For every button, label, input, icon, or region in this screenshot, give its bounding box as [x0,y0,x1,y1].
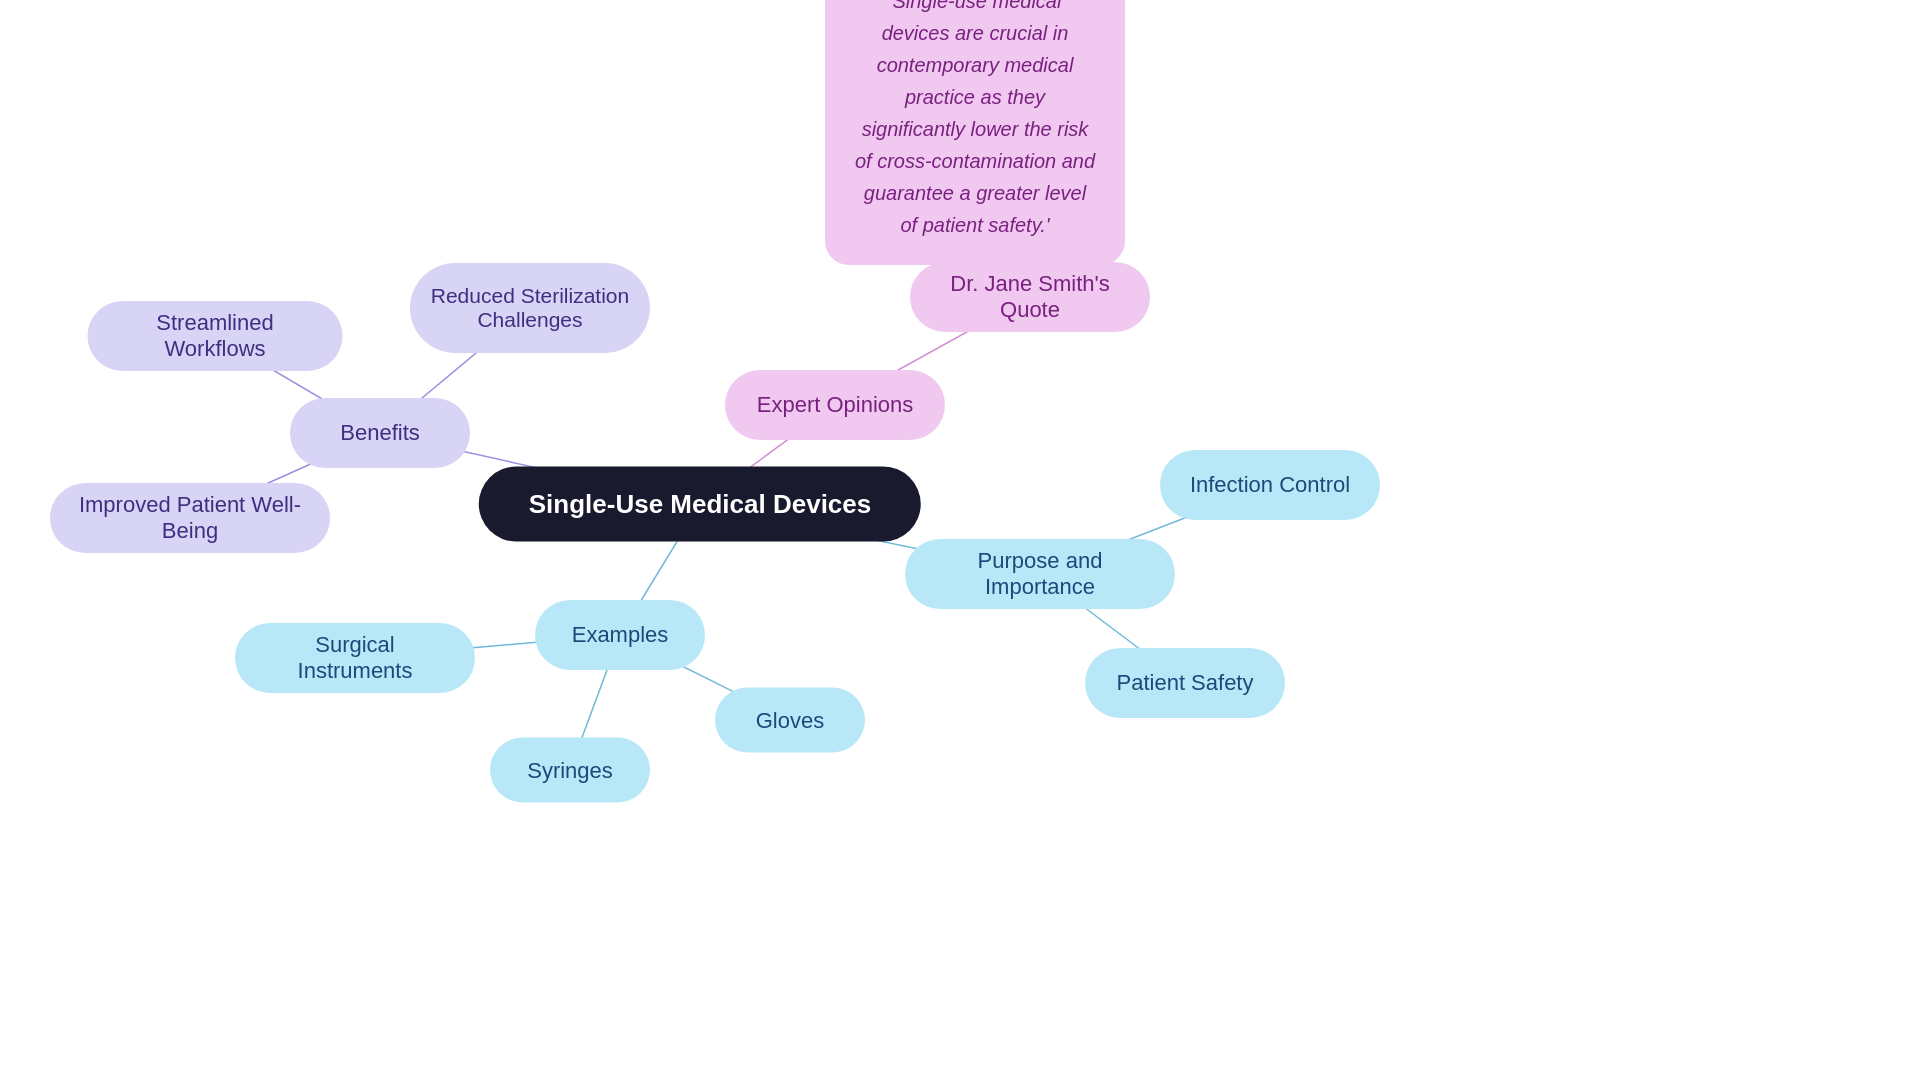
quote-label: 'Single-use medical devices are crucial … [853,0,1097,241]
quote-box-node[interactable]: 'Single-use medical devices are crucial … [825,0,1125,265]
dr-jane-smith-label: Dr. Jane Smith's Quote [930,271,1130,323]
examples-label: Examples [572,622,669,648]
streamlined-workflows-label: Streamlined Workflows [108,310,323,362]
syringes-node[interactable]: Syringes [490,738,650,803]
reduced-sterilization-label: Reduced Sterilization Challenges [431,284,629,332]
surgical-instruments-label: Surgical Instruments [255,632,455,684]
benefits-label: Benefits [340,420,420,446]
streamlined-workflows-node[interactable]: Streamlined Workflows [88,301,343,371]
surgical-instruments-node[interactable]: Surgical Instruments [235,623,475,693]
patient-safety-label: Patient Safety [1117,670,1254,696]
examples-node[interactable]: Examples [535,600,705,670]
purpose-importance-node[interactable]: Purpose and Importance [905,539,1175,609]
improved-patient-node[interactable]: Improved Patient Well-Being [50,483,330,553]
infection-control-label: Infection Control [1190,472,1350,498]
gloves-node[interactable]: Gloves [715,688,865,753]
expert-opinions-label: Expert Opinions [757,392,914,418]
patient-safety-node[interactable]: Patient Safety [1085,648,1285,718]
dr-jane-smith-node[interactable]: Dr. Jane Smith's Quote [910,262,1150,332]
expert-opinions-node[interactable]: Expert Opinions [725,370,945,440]
center-node[interactable]: Single-Use Medical Devices [479,467,921,542]
benefits-node[interactable]: Benefits [290,398,470,468]
syringes-label: Syringes [527,757,613,783]
infection-control-node[interactable]: Infection Control [1160,450,1380,520]
center-label: Single-Use Medical Devices [529,489,871,520]
improved-patient-label: Improved Patient Well-Being [70,492,310,544]
reduced-sterilization-node[interactable]: Reduced Sterilization Challenges [410,263,650,353]
purpose-importance-label: Purpose and Importance [929,548,1151,600]
gloves-label: Gloves [756,707,824,733]
mindmap-canvas: Single-Use Medical Devices Benefits Redu… [0,0,1920,1083]
